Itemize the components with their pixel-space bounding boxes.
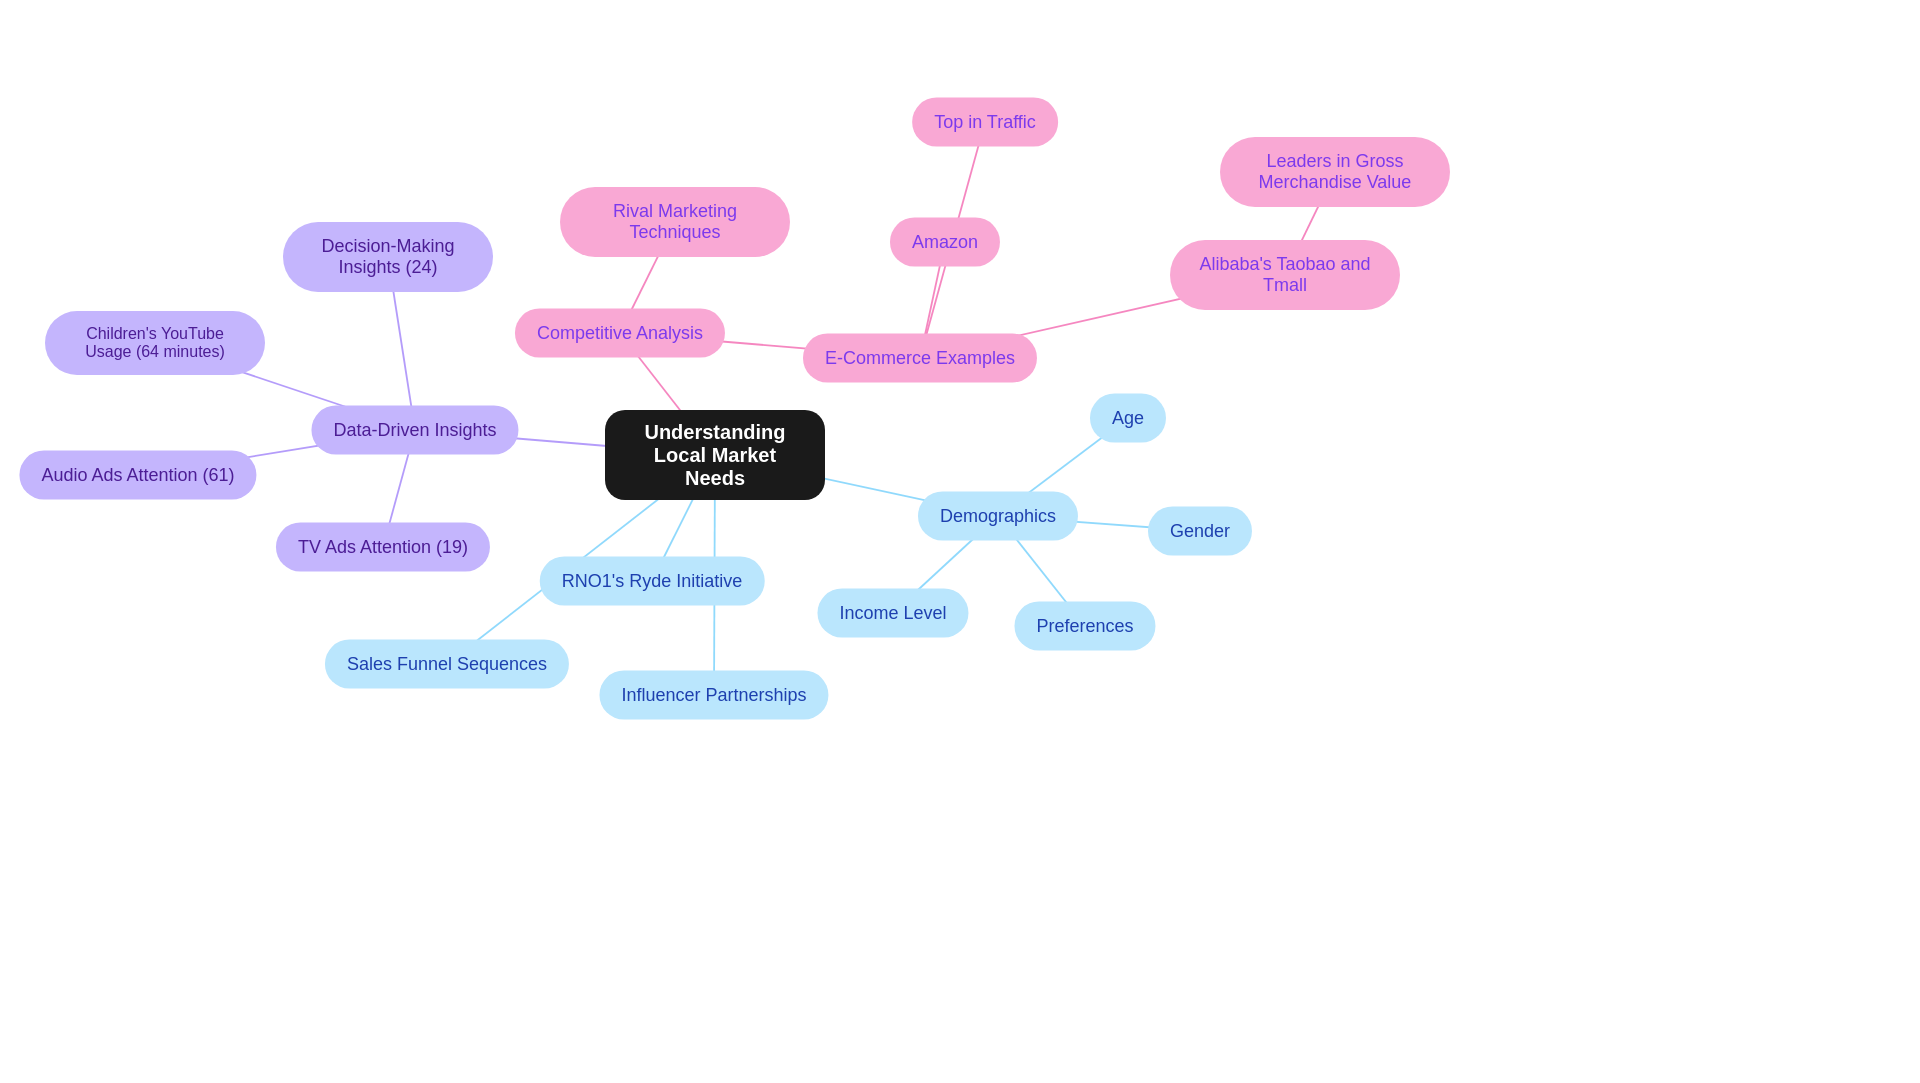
node-alibaba[interactable]: Alibaba's Taobao and Tmall [1170, 240, 1400, 310]
node-data_driven[interactable]: Data-Driven Insights [311, 406, 518, 455]
node-amazon[interactable]: Amazon [890, 218, 1000, 267]
node-rno1_ryde[interactable]: RNO1's Ryde Initiative [540, 557, 765, 606]
node-influencer[interactable]: Influencer Partnerships [599, 671, 828, 720]
node-demographics[interactable]: Demographics [918, 492, 1078, 541]
node-age[interactable]: Age [1090, 394, 1166, 443]
node-rival_marketing[interactable]: Rival Marketing Techniques [560, 187, 790, 257]
node-childrens_youtube[interactable]: Children's YouTube Usage (64 minutes) [45, 311, 265, 375]
node-leaders_gmv[interactable]: Leaders in Gross Merchandise Value [1220, 137, 1450, 207]
node-preferences[interactable]: Preferences [1014, 602, 1155, 651]
node-competitive_analysis[interactable]: Competitive Analysis [515, 309, 725, 358]
node-audio_ads[interactable]: Audio Ads Attention (61) [19, 451, 256, 500]
node-ecommerce_examples[interactable]: E-Commerce Examples [803, 334, 1037, 383]
mindmap-container: Understanding Local Market Needs Competit… [0, 0, 1920, 1083]
node-tv_ads[interactable]: TV Ads Attention (19) [276, 523, 490, 572]
node-center[interactable]: Understanding Local Market Needs [605, 410, 825, 500]
node-top_in_traffic[interactable]: Top in Traffic [912, 98, 1058, 147]
node-gender[interactable]: Gender [1148, 507, 1252, 556]
node-sales_funnel[interactable]: Sales Funnel Sequences [325, 640, 569, 689]
node-income_level[interactable]: Income Level [817, 589, 968, 638]
node-decision_making[interactable]: Decision-Making Insights (24) [283, 222, 493, 292]
